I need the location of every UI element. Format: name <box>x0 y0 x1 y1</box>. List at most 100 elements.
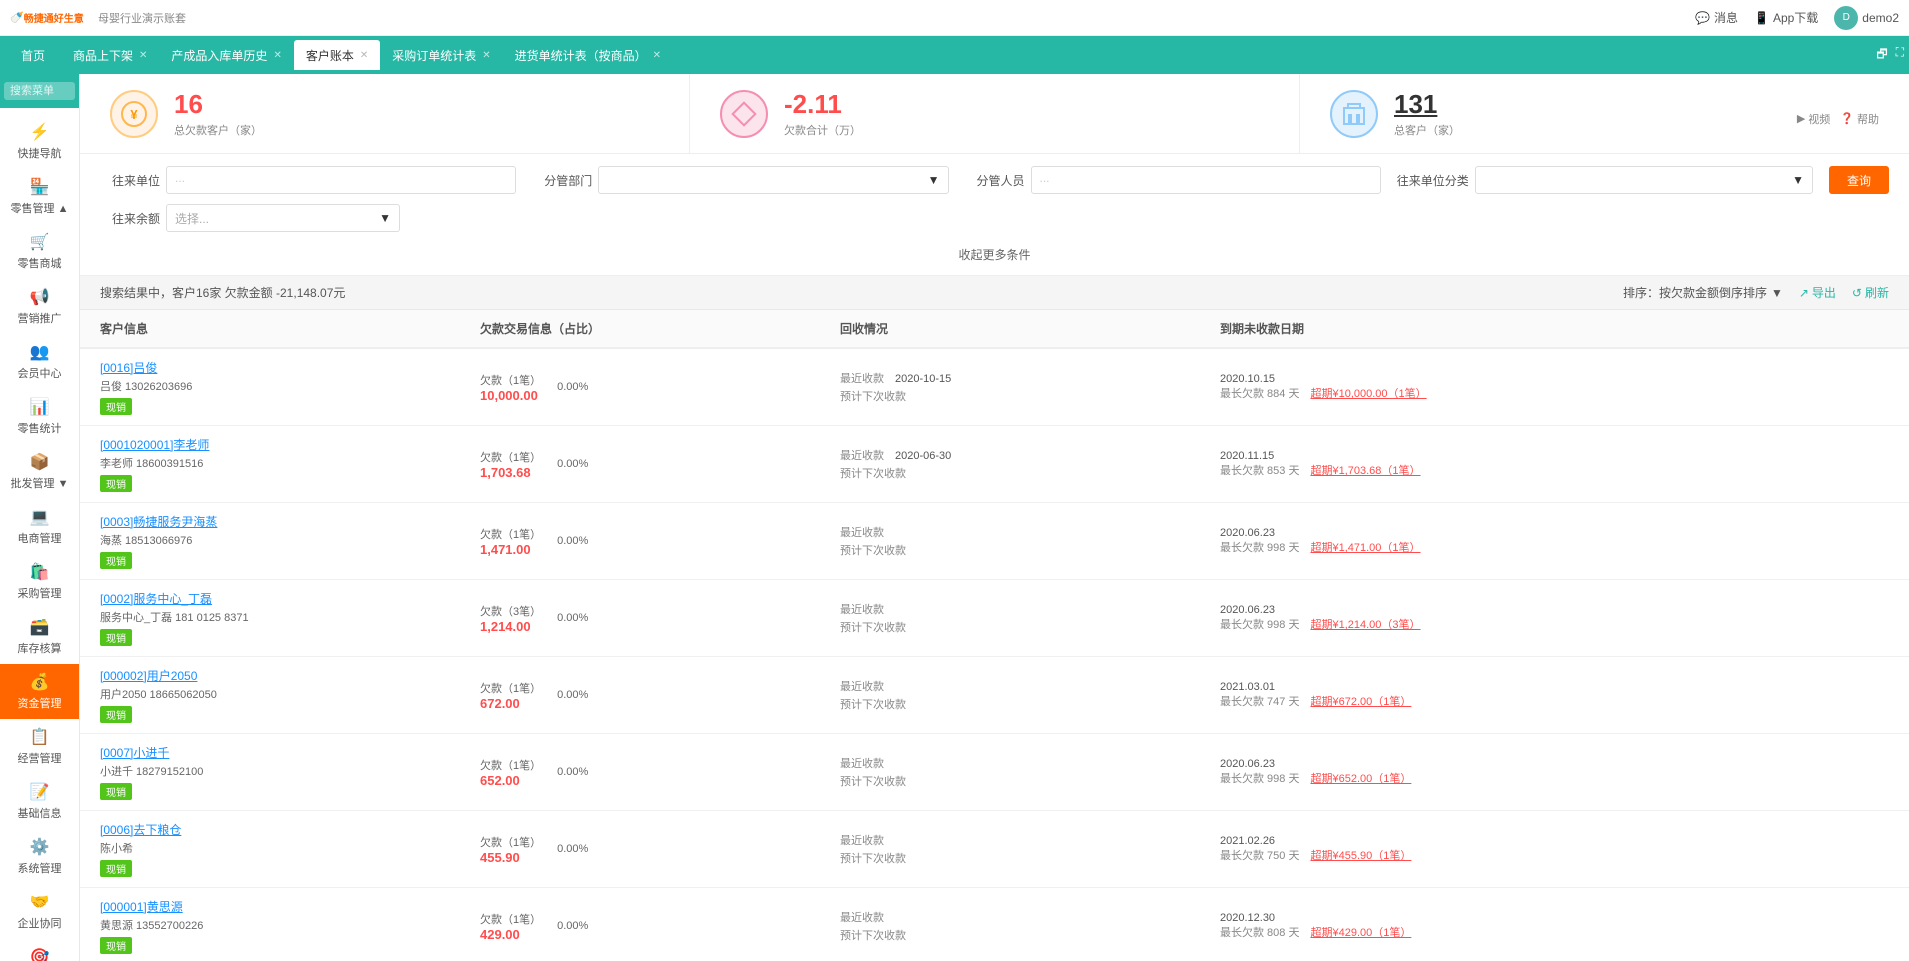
stat-debt-amount: -2.11 欠款合计（万） <box>690 74 1300 153</box>
tab-production-close[interactable]: ✕ <box>273 50 281 61</box>
nav-tabs: 首页 商品上下架 ✕ 产成品入库单历史 ✕ 客户账本 ✕ 采购订单统计表 ✕ 进… <box>0 36 1909 74</box>
sidebar-item-retail[interactable]: 🏪 零售管理 ▲ <box>0 169 79 224</box>
help-btn[interactable]: ❓ 帮助 <box>1840 111 1879 127</box>
window-restore-icon[interactable]: 🗗 <box>1876 45 1887 66</box>
sidebar-label-retail-mall: 零售商城 <box>18 255 62 271</box>
app-download-label: App下载 <box>1773 9 1818 26</box>
dept-select[interactable]: ▼ <box>598 166 948 194</box>
debt-count: 欠款（1笔） <box>480 372 541 388</box>
debt-amount: 1,214.00 <box>480 619 541 634</box>
balance-select[interactable]: 选择... ▼ <box>166 204 400 232</box>
sidebar-item-operations[interactable]: 📋 经营管理 <box>0 719 79 774</box>
tab-home[interactable]: 首页 <box>5 40 61 70</box>
sidebar-item-purchase[interactable]: 🛍️ 采购管理 <box>0 554 79 609</box>
system-icon: ⚙️ <box>30 837 50 857</box>
collapse-more-row: 收起更多条件 <box>100 242 1889 267</box>
customer-name-link[interactable]: [0007]小进千 <box>100 744 480 761</box>
sort-dropdown[interactable]: 排序：按欠款金额倒序排序 ▼ <box>1623 284 1783 301</box>
debt-amount: 652.00 <box>480 773 541 788</box>
sidebar-item-ecommerce[interactable]: 💻 电商管理 <box>0 499 79 554</box>
customer-info-cell: [0007]小进千 小进千 18279152100 现销 <box>100 744 480 800</box>
due-days: 最长欠款 884 天 超期¥10,000.00（1笔） <box>1220 385 1889 401</box>
brand-name: 畅捷通好生意 <box>24 10 84 25</box>
filter-balance: 往来余额 选择... ▼ <box>100 204 400 232</box>
sidebar-item-quick-nav[interactable]: ⚡ 快捷导航 <box>0 114 79 169</box>
overdue-link[interactable]: 超期¥1,703.68（1笔） <box>1310 465 1420 477</box>
sidebar-item-retail-mall[interactable]: 🛒 零售商城 <box>0 224 79 279</box>
collapse-more-btn[interactable]: 收起更多条件 <box>958 248 1030 262</box>
stat-debt-customers-content: 16 总欠款客户（家） <box>174 89 262 138</box>
export-icon: ↗ <box>1799 286 1809 300</box>
tab-products[interactable]: 商品上下架 ✕ <box>61 40 159 70</box>
filter-manager: 分管人员 ... <box>965 166 1381 194</box>
overdue-link[interactable]: 超期¥455.90（1笔） <box>1310 850 1411 862</box>
debt-percent: 0.00% <box>557 920 588 932</box>
tab-purchase-order-close[interactable]: ✕ <box>482 50 490 61</box>
app-download-btn[interactable]: 📱 App下载 <box>1754 9 1818 26</box>
recovery-label: 最近收款 <box>840 909 1220 925</box>
recovery-cell: 最近收款 预计下次收款 <box>840 678 1220 712</box>
overdue-link[interactable]: 超期¥1,471.00（1笔） <box>1310 542 1420 554</box>
tab-products-close[interactable]: ✕ <box>139 50 147 61</box>
dept-select-arrow: ▼ <box>928 173 940 187</box>
due-days: 最长欠款 750 天 超期¥455.90（1笔） <box>1220 847 1889 863</box>
customer-name-link[interactable]: [0016]吕俊 <box>100 359 480 376</box>
customer-name-link[interactable]: [0002]服务中心_丁磊 <box>100 590 480 607</box>
search-button[interactable]: 查询 <box>1829 166 1889 194</box>
customer-tag: 现销 <box>100 552 132 569</box>
source-unit-input[interactable]: ... <box>166 166 516 194</box>
tab-purchase-order[interactable]: 采购订单统计表 ✕ <box>380 40 502 70</box>
sidebar-item-finance[interactable]: 💰 资金管理 <box>0 664 79 719</box>
finance-icon: 💰 <box>30 672 50 692</box>
overdue-link[interactable]: 超期¥10,000.00（1笔） <box>1310 388 1426 400</box>
results-summary: 搜索结果中，客户16家 欠款金额 -21,148.07元 <box>100 284 345 301</box>
customer-name-link[interactable]: [0003]畅捷服务尹海蒸 <box>100 513 480 530</box>
tab-purchase-stats-close[interactable]: ✕ <box>653 50 661 61</box>
unit-class-select[interactable]: ▼ <box>1475 166 1813 194</box>
customer-info-cell: [000001]黄思源 黄思源 13552700226 现销 <box>100 898 480 954</box>
tab-customer-close[interactable]: ✕ <box>360 50 368 61</box>
manager-input[interactable]: ... <box>1031 166 1381 194</box>
export-button[interactable]: ↗ 导出 <box>1799 284 1836 301</box>
sidebar-item-inventory[interactable]: 🗃️ 库存核算 <box>0 609 79 664</box>
search-menu-input[interactable] <box>4 82 75 100</box>
sidebar-item-member[interactable]: 👥 会员中心 <box>0 334 79 389</box>
window-maximize-icon[interactable]: ⛶ <box>1896 45 1904 66</box>
tab-purchase-stats[interactable]: 进货单统计表（按商品） ✕ <box>503 40 673 70</box>
sidebar-item-system[interactable]: ⚙️ 系统管理 <box>0 829 79 884</box>
overdue-link[interactable]: 超期¥429.00（1笔） <box>1310 927 1411 939</box>
tab-customer[interactable]: 客户账本 ✕ <box>294 40 380 70</box>
recovery-sub: 预计下次收款 <box>840 850 1220 866</box>
customer-name-link[interactable]: [0001020001]李老师 <box>100 436 480 453</box>
dept-label: 分管部门 <box>532 172 592 189</box>
filter-source-unit: 往来单位 ... <box>100 166 516 194</box>
video-btn[interactable]: ▶ 视频 <box>1797 111 1830 127</box>
customer-info-cell: [0016]吕俊 吕俊 13026203696 现销 <box>100 359 480 415</box>
tab-home-label: 首页 <box>21 47 45 64</box>
table-row: [0006]去下粮仓 陈小希 现销 欠款（1笔） 455.90 0.00% 最近… <box>80 811 1909 888</box>
debt-percent: 0.00% <box>557 689 588 701</box>
sidebar-label-ecommerce: 电商管理 <box>18 530 62 546</box>
recovery-sub: 预计下次收款 <box>840 927 1220 943</box>
due-days: 最长欠款 808 天 超期¥429.00（1笔） <box>1220 924 1889 940</box>
sidebar-item-basic[interactable]: 📝 基础信息 <box>0 774 79 829</box>
overdue-link[interactable]: 超期¥652.00（1笔） <box>1310 773 1411 785</box>
tab-production[interactable]: 产成品入库单历史 ✕ <box>159 40 293 70</box>
debt-count: 欠款（3笔） <box>480 603 541 619</box>
sidebar-item-guide[interactable]: 🎯 新手引导 <box>0 939 79 961</box>
overdue-link[interactable]: 超期¥672.00（1笔） <box>1310 696 1411 708</box>
sidebar-item-batch[interactable]: 📦 批发管理 ▼ <box>0 444 79 499</box>
ecommerce-icon: 💻 <box>30 507 50 527</box>
message-btn[interactable]: 💬 消息 <box>1695 9 1738 26</box>
refresh-button[interactable]: ↺ 刷新 <box>1852 284 1889 301</box>
customer-name-link[interactable]: [000001]黄思源 <box>100 898 480 915</box>
sidebar-item-marketing[interactable]: 📢 营销推广 <box>0 279 79 334</box>
sidebar-label-marketing: 营销推广 <box>18 310 62 326</box>
sidebar-item-retail-stats[interactable]: 📊 零售统计 <box>0 389 79 444</box>
overdue-link[interactable]: 超期¥1,214.00（3笔） <box>1310 619 1420 631</box>
sidebar-item-enterprise[interactable]: 🤝 企业协同 <box>0 884 79 939</box>
customer-name-link[interactable]: [000002]用户2050 <box>100 667 480 684</box>
svg-text:¥: ¥ <box>130 107 138 122</box>
user-avatar[interactable]: D demo2 <box>1834 6 1899 30</box>
customer-name-link[interactable]: [0006]去下粮仓 <box>100 821 480 838</box>
